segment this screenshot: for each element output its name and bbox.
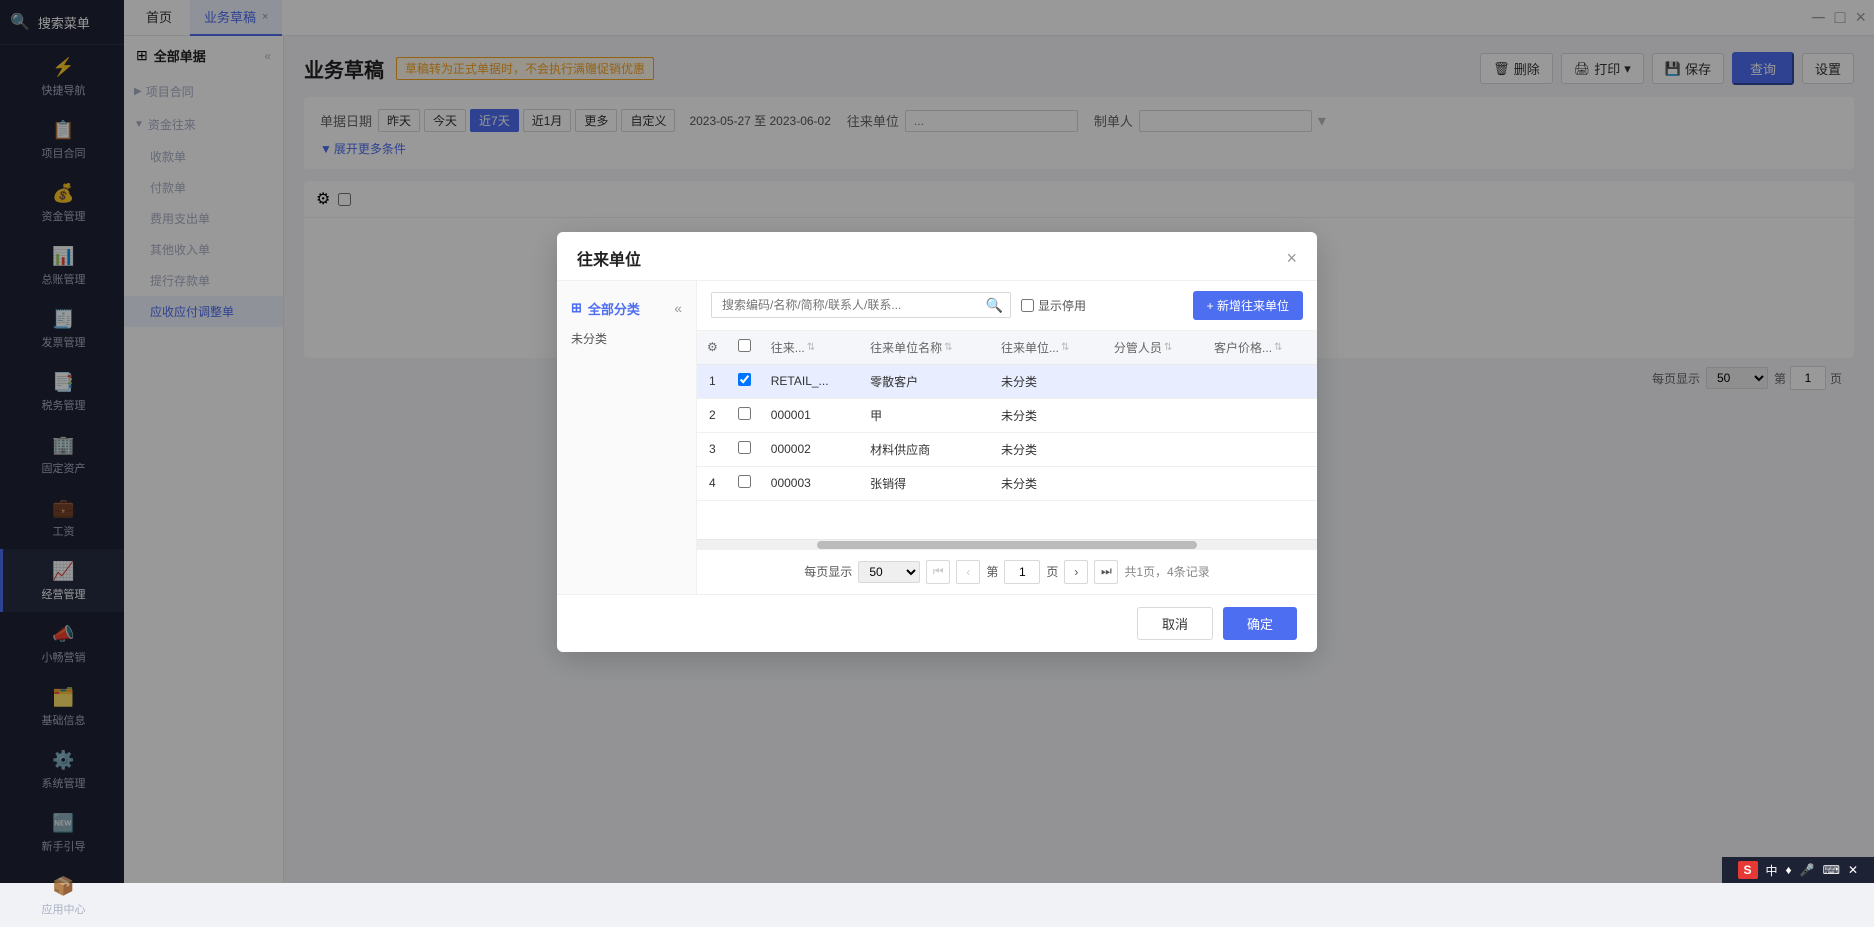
sort-icon: ⇅: [1164, 342, 1172, 353]
row-category: 未分类: [991, 432, 1104, 466]
row-name: 张销得: [860, 466, 991, 500]
row-name: 零散客户: [860, 364, 991, 398]
row-num: 2: [697, 398, 728, 432]
th-name[interactable]: 往来单位名称 ⇅: [860, 331, 991, 365]
row-price: [1204, 466, 1317, 500]
row-manager: [1104, 466, 1204, 500]
per-page-select[interactable]: 50: [858, 561, 920, 583]
dialog-pagination: 每页显示 50 ⏮ ‹ 第 页 › ⏭ 共1页，4条记录: [697, 549, 1317, 594]
scrollbar-thumb[interactable]: [817, 541, 1197, 549]
sort-icon: ⇅: [944, 342, 952, 353]
page-prev-btn[interactable]: ‹: [956, 560, 980, 584]
sort-icon: ⇅: [1061, 342, 1069, 353]
table-row[interactable]: 4 000003 张销得 未分类: [697, 466, 1317, 500]
table-head: ⚙ 往来... ⇅ 往来单位名: [697, 331, 1317, 365]
dialog-table-panel: 🔍 显示停用 + 新增往来单位 ⚙: [697, 281, 1317, 594]
table-body: 1 RETAIL_... 零散客户 未分类 2: [697, 364, 1317, 500]
th-select-all[interactable]: [738, 339, 751, 352]
category-all[interactable]: ⊞ 全部分类 «: [557, 293, 696, 324]
row-checkbox[interactable]: [738, 373, 751, 386]
th-check[interactable]: [728, 331, 761, 365]
row-checkbox[interactable]: [738, 475, 751, 488]
row-price: [1204, 432, 1317, 466]
table-row[interactable]: 2 000001 甲 未分类: [697, 398, 1317, 432]
th-settings[interactable]: ⚙: [697, 331, 728, 365]
dialog-overlay: 往来单位 × ⊞ 全部分类 « 未分类 🔍: [0, 0, 1874, 883]
row-code: RETAIL_...: [761, 364, 860, 398]
page-next-btn[interactable]: ›: [1064, 560, 1088, 584]
cancel-button[interactable]: 取消: [1137, 607, 1213, 640]
search-icon: 🔍: [986, 297, 1003, 314]
page-unit: 页: [1046, 563, 1058, 580]
row-code: 000002: [761, 432, 860, 466]
row-name: 甲: [860, 398, 991, 432]
row-manager: [1104, 364, 1204, 398]
search-wrap: 🔍: [711, 292, 1011, 318]
row-category: 未分类: [991, 398, 1104, 432]
sidebar-item-label: 应用中心: [42, 901, 86, 917]
counterparty-table: ⚙ 往来... ⇅ 往来单位名: [697, 331, 1317, 501]
dialog-search-input[interactable]: [711, 292, 1011, 318]
close-status-icon[interactable]: ✕: [1848, 863, 1858, 877]
row-checkbox[interactable]: [738, 407, 751, 420]
row-category: 未分类: [991, 364, 1104, 398]
row-num: 4: [697, 466, 728, 500]
row-checkbox[interactable]: [738, 441, 751, 454]
row-check[interactable]: [728, 398, 761, 432]
row-price: [1204, 398, 1317, 432]
add-counterparty-button[interactable]: + 新增往来单位: [1193, 291, 1303, 320]
th-manager[interactable]: 分管人员 ⇅: [1104, 331, 1204, 365]
dialog-header: 往来单位 ×: [557, 232, 1317, 281]
row-name: 材料供应商: [860, 432, 991, 466]
show-inactive-toggle[interactable]: 显示停用: [1021, 297, 1086, 314]
page-current-input[interactable]: [1004, 560, 1040, 584]
page-total: 共1页，4条记录: [1124, 563, 1209, 580]
category-collapse-btn[interactable]: «: [674, 300, 682, 316]
sort-icon: ⇅: [807, 342, 815, 353]
row-manager: [1104, 398, 1204, 432]
grid-icon: ⊞: [571, 300, 582, 316]
mic-icon[interactable]: 🎤: [1800, 863, 1815, 877]
dialog-search-bar: 🔍 显示停用 + 新增往来单位: [697, 281, 1317, 331]
dialog-data-table: ⚙ 往来... ⇅ 往来单位名: [697, 331, 1317, 539]
counterparty-dialog: 往来单位 × ⊞ 全部分类 « 未分类 🔍: [557, 232, 1317, 652]
keyboard-icon[interactable]: ⌨: [1823, 863, 1840, 877]
category-panel: ⊞ 全部分类 « 未分类: [557, 281, 697, 594]
dialog-body: ⊞ 全部分类 « 未分类 🔍 显示停用: [557, 281, 1317, 594]
row-manager: [1104, 432, 1204, 466]
brand-label: S: [1738, 861, 1758, 879]
page-label: 第: [986, 563, 998, 580]
row-code: 000001: [761, 398, 860, 432]
page-last-btn[interactable]: ⏭: [1094, 560, 1118, 584]
dialog-close-button[interactable]: ×: [1286, 249, 1297, 267]
horizontal-scrollbar[interactable]: [697, 539, 1317, 549]
row-code: 000003: [761, 466, 860, 500]
show-inactive-checkbox[interactable]: [1021, 299, 1034, 312]
status-dot: ♦: [1786, 863, 1792, 877]
table-row[interactable]: 1 RETAIL_... 零散客户 未分类: [697, 364, 1317, 398]
confirm-button[interactable]: 确定: [1223, 607, 1297, 640]
th-code[interactable]: 往来... ⇅: [761, 331, 860, 365]
row-check[interactable]: [728, 466, 761, 500]
dialog-footer: 取消 确定: [557, 594, 1317, 652]
th-category[interactable]: 往来单位... ⇅: [991, 331, 1104, 365]
row-price: [1204, 364, 1317, 398]
row-check[interactable]: [728, 364, 761, 398]
row-num: 3: [697, 432, 728, 466]
th-price[interactable]: 客户价格... ⇅: [1204, 331, 1317, 365]
sort-icon: ⇅: [1274, 342, 1282, 353]
status-zh: 中: [1766, 862, 1778, 879]
category-unclassified[interactable]: 未分类: [557, 324, 696, 353]
dialog-title: 往来单位: [577, 246, 641, 270]
row-category: 未分类: [991, 466, 1104, 500]
statusbar: S 中 ♦ 🎤 ⌨ ✕: [1722, 857, 1874, 883]
row-num: 1: [697, 364, 728, 398]
per-page-label: 每页显示: [804, 563, 852, 580]
row-check[interactable]: [728, 432, 761, 466]
table-row[interactable]: 3 000002 材料供应商 未分类: [697, 432, 1317, 466]
page-first-btn[interactable]: ⏮: [926, 560, 950, 584]
